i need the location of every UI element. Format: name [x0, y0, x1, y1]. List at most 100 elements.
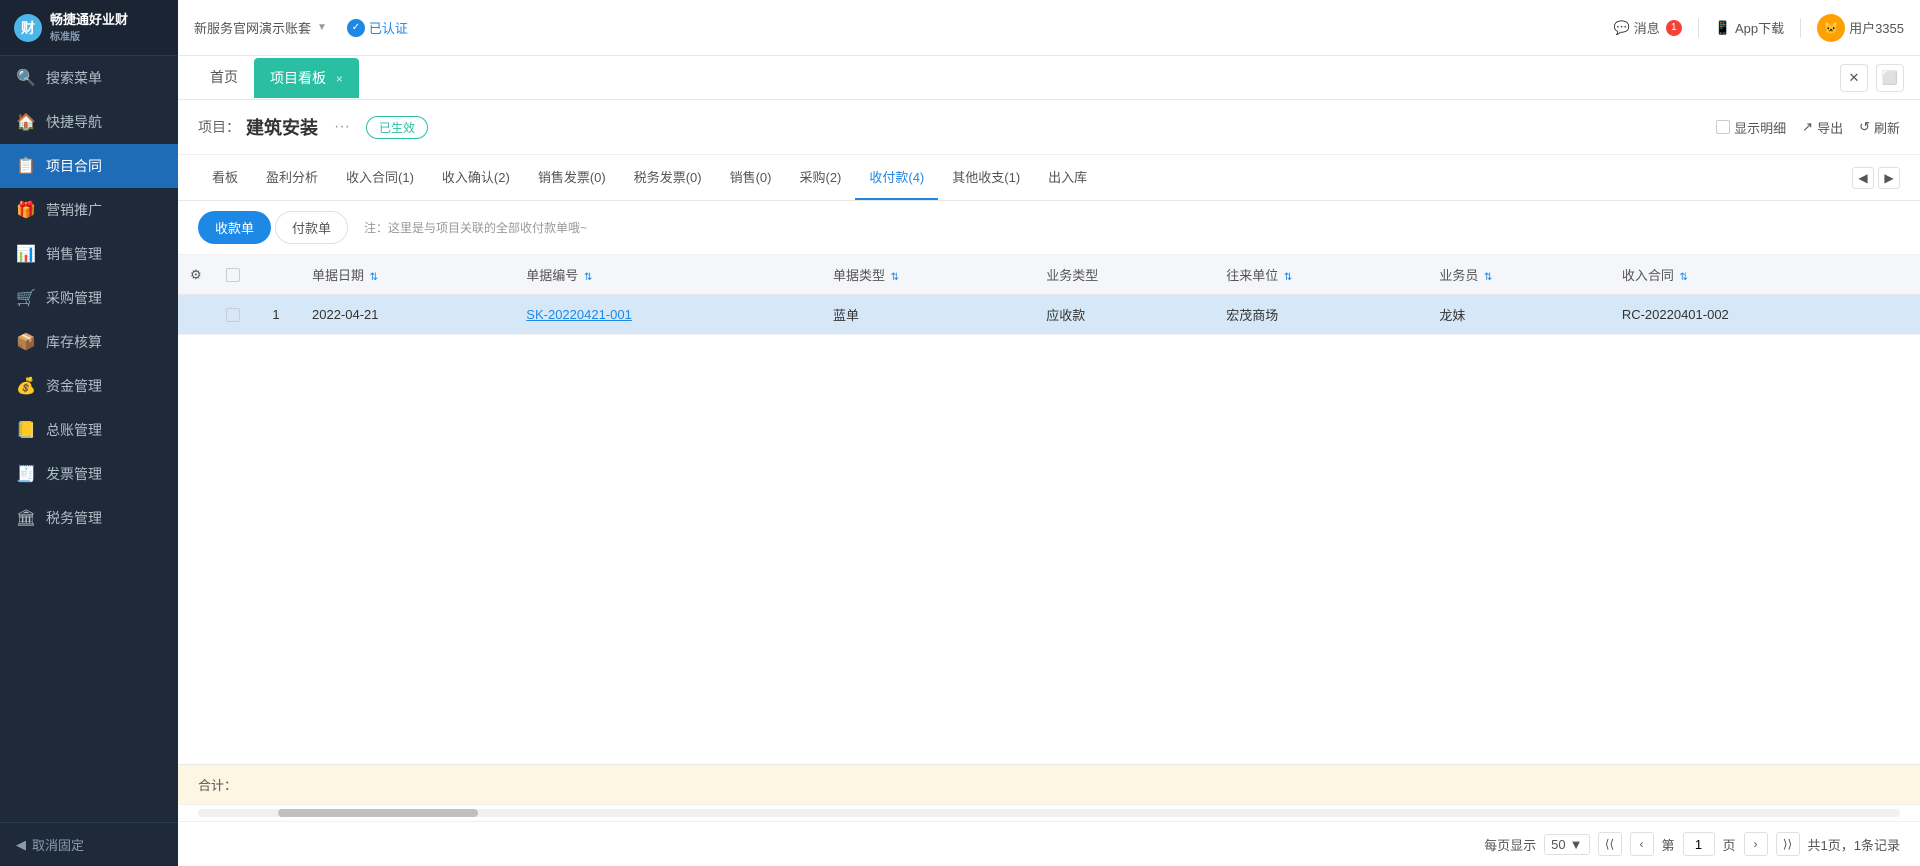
user-action[interactable]: 🐱 用户3355	[1817, 14, 1904, 42]
maximize-window-button[interactable]: ⬜	[1876, 64, 1904, 92]
col-biztype-header: 业务类型	[1034, 255, 1214, 295]
sidebar-label-0: 搜索菜单	[46, 68, 102, 88]
main-content: 新服务官网演示账套 ▼ ✓ 已认证 💬 消息 1 📱 App下载 🐱 用户	[178, 0, 1920, 866]
col-settings[interactable]: ⚙	[178, 255, 214, 295]
sub-tabs-prev[interactable]: ◀	[1852, 167, 1874, 189]
col-select-all[interactable]	[214, 255, 252, 295]
avatar: 🐱	[1817, 14, 1845, 42]
col-partner-header[interactable]: 往来单位 ⇅	[1214, 255, 1427, 295]
sidebar-menu: 🔍 搜索菜单 🏠 快捷导航 📋 项目合同 🎁 营销推广 📊 销售管理 🛒 采购管…	[0, 56, 178, 822]
col-type-header[interactable]: 单据类型 ⇅	[821, 255, 1034, 295]
type-sort-icon: ⇅	[891, 272, 899, 283]
export-icon: ↗	[1802, 119, 1813, 135]
table-row[interactable]: 1 2022-04-21 SK-20220421-001 蓝单 应收款 宏茂商场…	[178, 295, 1920, 335]
sidebar-item-9[interactable]: 🧾 发票管理	[0, 452, 178, 496]
unpin-button[interactable]: ◀ 取消固定	[0, 822, 178, 866]
app-download-action[interactable]: 📱 App下载	[1715, 18, 1784, 37]
sub-tab-4[interactable]: 销售发票(0)	[524, 155, 620, 200]
total-row: 合计：	[178, 764, 1920, 804]
per-page-select[interactable]: 50 ▼	[1544, 834, 1589, 855]
sidebar-label-10: 税务管理	[46, 508, 102, 528]
inner-tab-payment[interactable]: 付款单	[275, 211, 348, 244]
tab-close-icon[interactable]: ×	[336, 72, 343, 86]
project-more-button[interactable]: ···	[334, 118, 350, 136]
row-date-0: 2022-04-21	[300, 295, 514, 335]
logo-icon: 财	[14, 14, 42, 42]
prev-page-button[interactable]: ‹	[1630, 832, 1654, 856]
sidebar-item-3[interactable]: 🎁 营销推广	[0, 188, 178, 232]
sidebar-item-10[interactable]: 🏛 税务管理	[0, 496, 178, 540]
sub-tab-10[interactable]: 出入库	[1034, 155, 1101, 200]
refresh-button[interactable]: ↺ 刷新	[1859, 118, 1900, 137]
sidebar-item-6[interactable]: 📦 库存核算	[0, 320, 178, 364]
sub-tab-5[interactable]: 税务发票(0)	[620, 155, 716, 200]
project-header: 项目： 建筑安装 ··· 已生效 显示明细 ↗ 导出 ↺ 刷新	[178, 100, 1920, 155]
app-download-label: App下载	[1735, 18, 1784, 37]
sidebar-icon-4: 📊	[16, 244, 36, 264]
sub-tab-7[interactable]: 采购(2)	[785, 155, 855, 200]
sub-tab-3[interactable]: 收入确认(2)	[428, 155, 524, 200]
col-contract-header[interactable]: 收入合同 ⇅	[1610, 255, 1920, 295]
sub-tab-9[interactable]: 其他收支(1)	[938, 155, 1034, 200]
divider	[1698, 18, 1699, 38]
row-code-0[interactable]: SK-20220421-001	[514, 295, 821, 335]
sidebar-label-1: 快捷导航	[46, 112, 102, 132]
sidebar-icon-0: 🔍	[16, 68, 36, 88]
sub-tab-6[interactable]: 销售(0)	[716, 155, 786, 200]
inner-tab-hint: 注：这里是与项目关联的全部收付款单哦~	[364, 219, 587, 236]
col-salesperson-header[interactable]: 业务员 ⇅	[1427, 255, 1609, 295]
close-window-button[interactable]: ✕	[1840, 64, 1868, 92]
per-page-dropdown-icon: ▼	[1570, 837, 1583, 852]
scrollbar-track	[198, 809, 1900, 817]
sidebar-label-8: 总账管理	[46, 420, 102, 440]
next-page-button[interactable]: ›	[1744, 832, 1768, 856]
sidebar-item-0[interactable]: 🔍 搜索菜单	[0, 56, 178, 100]
last-page-button[interactable]: ⟩⟩	[1776, 832, 1800, 856]
col-index-header	[252, 255, 300, 295]
row-check-0[interactable]	[226, 308, 240, 322]
sidebar-icon-9: 🧾	[16, 464, 36, 484]
project-status-badge: 已生效	[366, 116, 428, 139]
table-header-row: ⚙ 单据日期 ⇅ 单据编号 ⇅	[178, 255, 1920, 295]
refresh-icon: ↺	[1859, 119, 1870, 135]
sub-tab-8[interactable]: 收付款(4)	[855, 155, 938, 200]
account-selector[interactable]: 新服务官网演示账套 ▼	[194, 18, 327, 37]
message-action[interactable]: 💬 消息 1	[1614, 18, 1682, 37]
sub-tabs-nav: ◀ ▶	[1852, 167, 1900, 189]
sub-tab-2[interactable]: 收入合同(1)	[332, 155, 428, 200]
row-checkbox-0[interactable]	[214, 295, 252, 335]
inner-tab-receipt[interactable]: 收款单	[198, 211, 271, 244]
row-partner-0: 宏茂商场	[1214, 295, 1427, 335]
tab-project-board[interactable]: 项目看板 ×	[254, 58, 359, 98]
sidebar-label-6: 库存核算	[46, 332, 102, 352]
total-info: 共1页，1条记录	[1808, 835, 1900, 854]
project-actions: 显示明细 ↗ 导出 ↺ 刷新	[1716, 118, 1900, 137]
sidebar-item-1[interactable]: 🏠 快捷导航	[0, 100, 178, 144]
message-icon: 💬	[1614, 20, 1630, 36]
show-detail-button[interactable]: 显示明细	[1716, 118, 1786, 137]
tab-home[interactable]: 首页	[194, 57, 254, 99]
sidebar-item-7[interactable]: 💰 资金管理	[0, 364, 178, 408]
sidebar-item-8[interactable]: 📒 总账管理	[0, 408, 178, 452]
content-area: 项目： 建筑安装 ··· 已生效 显示明细 ↗ 导出 ↺ 刷新	[178, 100, 1920, 866]
scrollbar-thumb[interactable]	[278, 809, 478, 817]
scrollbar-area	[178, 804, 1920, 821]
sub-tabs: 看板盈利分析收入合同(1)收入确认(2)销售发票(0)税务发票(0)销售(0)采…	[178, 155, 1920, 201]
sidebar-item-5[interactable]: 🛒 采购管理	[0, 276, 178, 320]
sidebar-label-5: 采购管理	[46, 288, 102, 308]
sub-tab-0[interactable]: 看板	[198, 155, 252, 200]
page-input[interactable]	[1683, 832, 1715, 856]
select-all-checkbox[interactable]	[226, 268, 240, 282]
inner-tab-bar: 收款单 付款单 注：这里是与项目关联的全部收付款单哦~	[178, 201, 1920, 255]
col-code-header[interactable]: 单据编号 ⇅	[514, 255, 821, 295]
sub-tab-1[interactable]: 盈利分析	[252, 155, 332, 200]
first-page-button[interactable]: ⟨⟨	[1598, 832, 1622, 856]
divider2	[1800, 18, 1801, 38]
col-date-header[interactable]: 单据日期 ⇅	[300, 255, 514, 295]
show-detail-checkbox[interactable]	[1716, 120, 1730, 134]
export-button[interactable]: ↗ 导出	[1802, 118, 1843, 137]
sidebar-item-4[interactable]: 📊 销售管理	[0, 232, 178, 276]
sidebar-icon-7: 💰	[16, 376, 36, 396]
sidebar-item-2[interactable]: 📋 项目合同	[0, 144, 178, 188]
sub-tabs-next[interactable]: ▶	[1878, 167, 1900, 189]
